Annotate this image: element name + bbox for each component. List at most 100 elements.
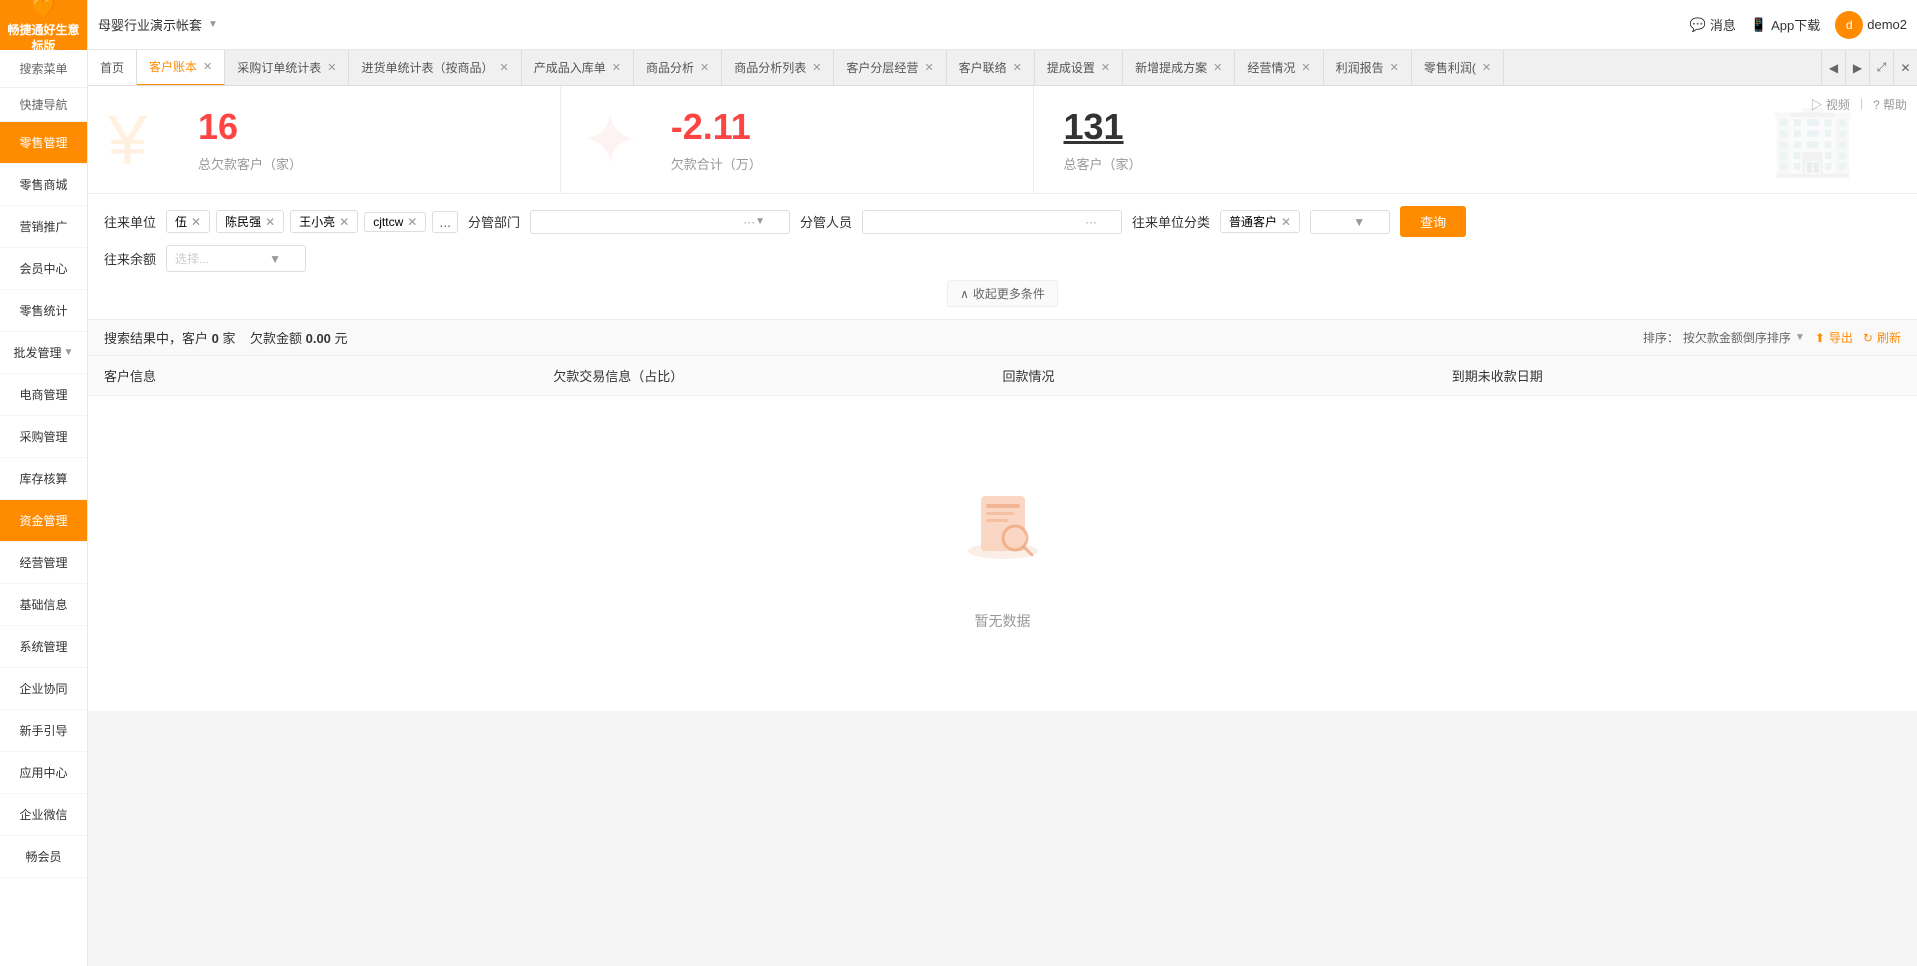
sidebar-item-vip-member[interactable]: 畅会员 [0,836,87,878]
tab-business-situation[interactable]: 经营情况 ✕ [1235,50,1323,86]
tab-retail-profit-label: 零售利润( [1424,59,1476,76]
sidebar-item-system-mgmt[interactable]: 系统管理 [0,626,87,668]
results-debt-value: 0.00 [306,331,331,346]
tab-scroll-left[interactable]: ◀ [1821,50,1845,86]
tab-close-product-inbound[interactable]: ✕ [612,61,621,74]
balance-placeholder: 选择... [175,250,209,267]
tab-customer-contact[interactable]: 客户联络 ✕ [947,50,1035,86]
sidebar-item-member-center[interactable]: 会员中心 [0,248,87,290]
tag-cjttcw-close[interactable]: ✕ [407,215,417,229]
filter-tag-normal-customer: 普通客户 ✕ [1220,210,1300,233]
tab-close-customer-contact[interactable]: ✕ [1013,61,1022,74]
tab-close-business-situation[interactable]: ✕ [1301,61,1310,74]
sidebar-item-marketing[interactable]: 营销推广 [0,206,87,248]
sidebar-item-basic-info[interactable]: 基础信息 [0,584,87,626]
results-customer-count: 0 [212,331,219,346]
sidebar-item-enterprise-wechat[interactable]: 企业微信 [0,794,87,836]
sidebar-item-new-guide[interactable]: 新手引导 [0,710,87,752]
tab-stock-stats[interactable]: 进货单统计表（按商品） ✕ [349,50,521,86]
video-btn[interactable]: ▷ 视频 [1810,96,1849,113]
collapse-btn[interactable]: ∧ 收起更多条件 [947,280,1058,307]
chevron-down-icon-sort: ▼ [1795,332,1805,343]
unit-class-select[interactable]: ▼ [1310,210,1390,234]
tab-scroll-right[interactable]: ▶ [1845,50,1869,86]
filter-row-1: 往来单位 伍 ✕ 陈民强 ✕ 王小亮 ✕ cjttcw [104,206,1901,237]
tag-normal-customer-label: 普通客户 [1229,213,1277,230]
sidebar-item-wholesale-mgmt[interactable]: 批发管理 ▼ [0,332,87,374]
dept-filter-dots: ··· [743,215,755,229]
tab-close-stock-stats[interactable]: ✕ [500,61,509,74]
tab-purchase-order[interactable]: 采购订单统计表 ✕ [225,50,349,86]
sidebar-item-purchase-mgmt[interactable]: 采购管理 [0,416,87,458]
help-btn[interactable]: ? 帮助 [1873,96,1907,113]
tab-expand[interactable]: ⤢ [1869,50,1893,86]
tab-close-purchase-order[interactable]: ✕ [327,61,336,74]
sidebar-item-retail-mall[interactable]: 零售商城 [0,164,87,206]
sidebar-item-retail-mgmt[interactable]: 零售管理 [0,122,87,164]
sidebar-item-app-center[interactable]: 应用中心 [0,752,87,794]
sidebar-item-label: 批发管理 [14,344,62,361]
sort-label-text: 排序： [1643,329,1679,346]
sidebar-quick-nav[interactable]: 快捷导航 [0,88,87,122]
tab-close-retail-profit[interactable]: ✕ [1482,61,1491,74]
query-button[interactable]: 查询 [1400,206,1466,237]
topbar-right: 💬 消息 📱 App下载 d demo2 [1690,11,1907,39]
empty-text-label: 暂无数据 [975,611,1031,631]
tab-raise-settings[interactable]: 提成设置 ✕ [1035,50,1123,86]
tab-purchase-order-label: 采购订单统计表 [237,59,321,76]
filter-tags-more[interactable]: ... [432,211,458,233]
tab-close-all[interactable]: ✕ [1893,50,1917,86]
user-menu[interactable]: d demo2 [1835,11,1907,39]
tab-close-raise-settings[interactable]: ✕ [1101,61,1110,74]
app-download-btn[interactable]: 📱 App下载 [1751,15,1820,34]
tab-retail-profit[interactable]: 零售利润( ✕ [1412,50,1504,86]
tab-close-new-raise-plan[interactable]: ✕ [1213,61,1222,74]
tab-customer-tier[interactable]: 客户分层经营 ✕ [834,50,946,86]
refresh-btn[interactable]: ↻ 刷新 [1863,329,1901,346]
chevron-down-icon-demo: ▼ [208,19,218,30]
filter-tag-wu: 伍 ✕ [166,210,210,233]
demo-selector-label: 母婴行业演示帐套 [98,15,202,34]
results-actions: 排序： 按欠款金额倒序排序 ▼ ⬆ 导出 ↻ 刷新 [1643,329,1901,346]
message-btn[interactable]: 💬 消息 [1690,15,1736,34]
tag-wu-close[interactable]: ✕ [191,215,201,229]
filters-section: 往来单位 伍 ✕ 陈民强 ✕ 王小亮 ✕ cjttcw [88,194,1917,320]
empty-illustration [953,476,1053,595]
export-btn[interactable]: ⬆ 导出 [1815,329,1853,346]
tag-normal-customer-close[interactable]: ✕ [1281,215,1291,229]
sidebar-item-enterprise-coop[interactable]: 企业协同 [0,668,87,710]
tab-product-inbound-label: 产成品入库单 [534,59,606,76]
sidebar-search-menu[interactable]: 搜索菜单 [0,50,87,88]
video-label: 视频 [1826,98,1850,112]
tab-product-analysis[interactable]: 商品分析 ✕ [634,50,722,86]
tab-product-analysis-list[interactable]: 商品分析列表 ✕ [722,50,834,86]
tab-close-customer-tier[interactable]: ✕ [924,61,933,74]
tab-product-inbound[interactable]: 产成品入库单 ✕ [522,50,634,86]
sidebar-item-inventory[interactable]: 库存核算 [0,458,87,500]
sidebar-item-finance-mgmt[interactable]: 资金管理 [0,500,87,542]
tab-new-raise-plan[interactable]: 新增提成方案 ✕ [1123,50,1235,86]
tab-profit-report[interactable]: 利润报告 ✕ [1324,50,1412,86]
tab-home[interactable]: 首页 [88,50,137,86]
tag-wang-close[interactable]: ✕ [339,215,349,229]
total-customers-label: 总欠款客户（家） [118,154,530,173]
balance-filter-select[interactable]: 选择... ▼ [166,245,306,272]
tab-close-customer-book[interactable]: ✕ [203,60,212,73]
collapse-section: ∧ 收起更多条件 [104,280,1901,307]
person-filter-dropdown[interactable]: ··· [862,210,1122,234]
sort-select[interactable]: 排序： 按欠款金额倒序排序 ▼ [1643,329,1805,346]
sidebar-item-retail-stats[interactable]: 零售统计 [0,290,87,332]
tab-close-profit-report[interactable]: ✕ [1390,61,1399,74]
tab-close-product-analysis-list[interactable]: ✕ [812,61,821,74]
sidebar-item-ops-mgmt[interactable]: 经营管理 [0,542,87,584]
tag-chen-label: 陈民强 [225,213,261,230]
tab-close-product-analysis[interactable]: ✕ [700,61,709,74]
tab-customer-tier-label: 客户分层经营 [846,59,918,76]
tag-chen-close[interactable]: ✕ [265,215,275,229]
filter-row-2: 往来余额 选择... ▼ [104,245,1901,272]
tab-customer-book[interactable]: 客户账本 ✕ [137,50,225,86]
dept-filter-dropdown[interactable]: ··· ▼ [530,210,790,234]
tabbar-arrows: ◀ ▶ ⤢ ✕ [1821,50,1917,86]
sidebar-item-ecommerce[interactable]: 电商管理 [0,374,87,416]
demo-selector[interactable]: 母婴行业演示帐套 ▼ [98,15,218,34]
